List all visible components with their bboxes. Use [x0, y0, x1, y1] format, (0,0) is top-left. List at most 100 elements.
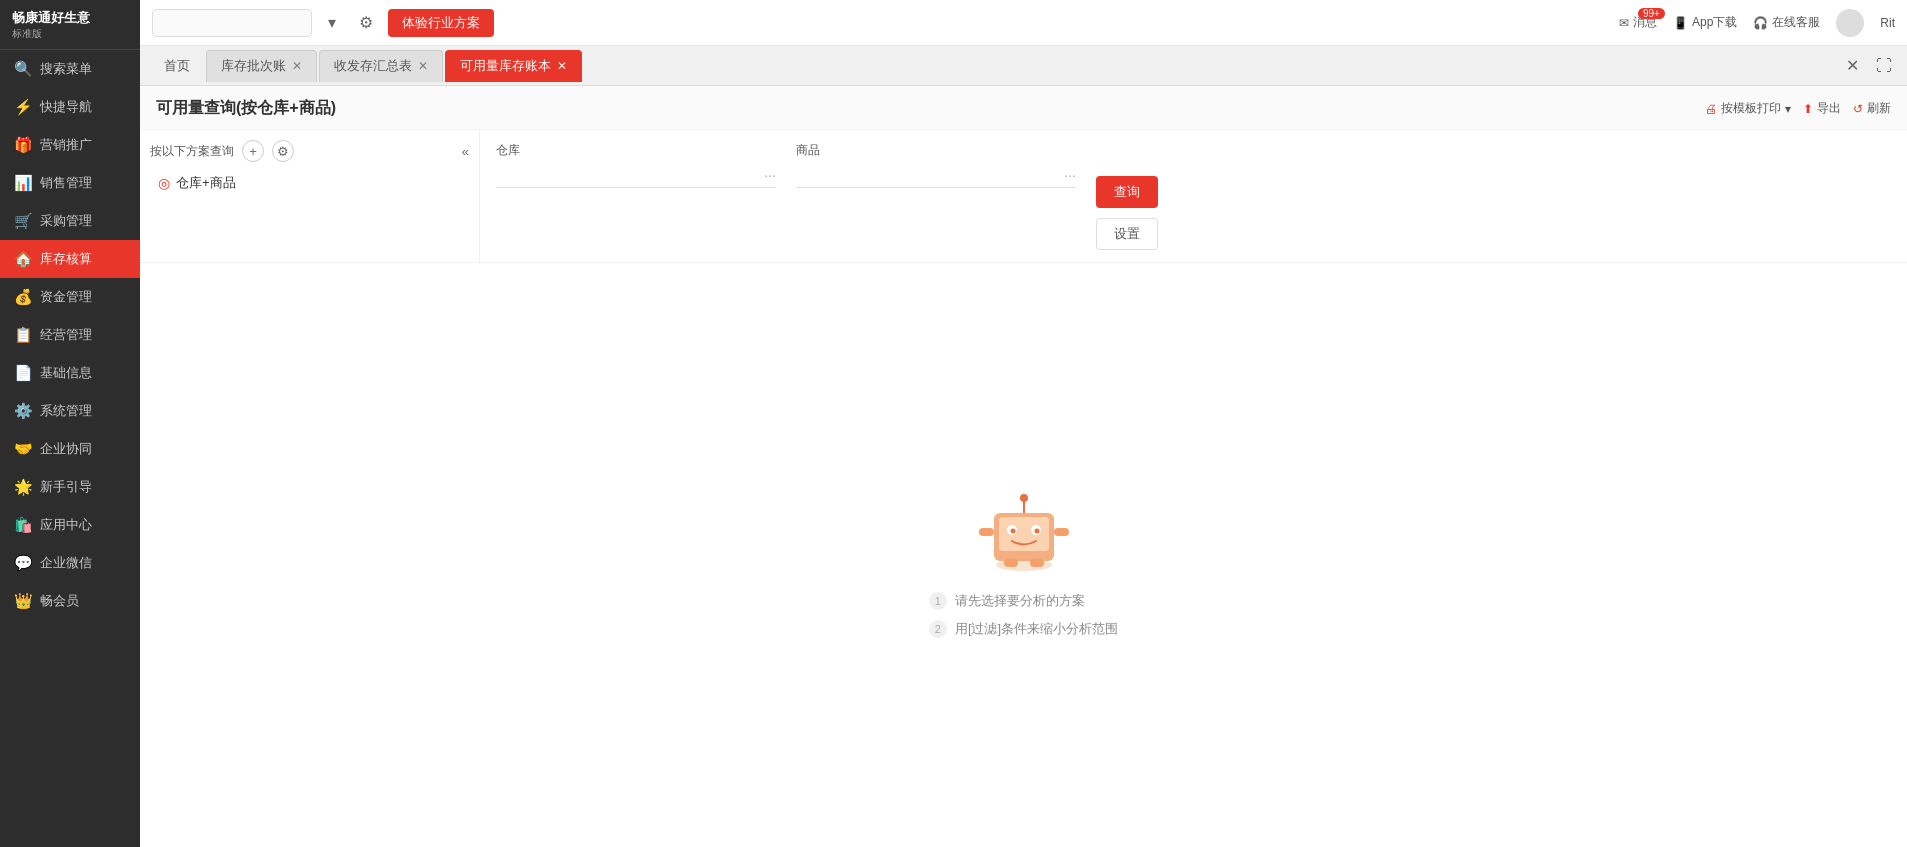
goods-label: 商品	[796, 142, 1076, 159]
tab-summary-close[interactable]: ✕	[418, 59, 428, 73]
sidebar-item-inventory[interactable]: 🏠 库存核算	[0, 240, 140, 278]
sidebar-logo: 畅康通好生意 标准版	[0, 0, 140, 50]
filter-right: 仓库 ··· 商品 ··· 查询 设置	[480, 130, 1907, 262]
sidebar-item-purchase[interactable]: 🛒 采购管理	[0, 202, 140, 240]
tab-available-close[interactable]: ✕	[557, 59, 567, 73]
empty-icon	[974, 473, 1074, 576]
sidebar-item-label: 基础信息	[40, 364, 92, 382]
goods-input[interactable]	[796, 168, 1058, 183]
page-content: 可用量查询(按仓库+商品) 🖨 按模板打印 ▾ ⬆ 导出 ↺ 刷新	[140, 86, 1907, 847]
sidebar-item-sales[interactable]: 📊 销售管理	[0, 164, 140, 202]
app-download-button[interactable]: 📱 App下载	[1673, 14, 1737, 31]
warehouse-input-wrapper: ···	[496, 163, 776, 188]
warehouse-label: 仓库	[496, 142, 776, 159]
collapse-button[interactable]: «	[462, 144, 469, 159]
service-label: 在线客服	[1772, 14, 1820, 31]
tab-batch[interactable]: 库存批次账 ✕	[206, 50, 317, 82]
setting-scheme-button[interactable]: ⚙	[272, 140, 294, 162]
header-search-area: ▾ ⚙	[152, 9, 380, 37]
tab-summary[interactable]: 收发存汇总表 ✕	[319, 50, 443, 82]
sidebar-item-finance[interactable]: 💰 资金管理	[0, 278, 140, 316]
chat-icon: 💬	[14, 554, 32, 572]
crown-icon: 👑	[14, 592, 32, 610]
add-scheme-button[interactable]: +	[242, 140, 264, 162]
warehouse-more-icon[interactable]: ···	[764, 167, 776, 183]
cart-icon: 🛒	[14, 212, 32, 230]
print-icon: 🖨	[1705, 102, 1717, 116]
sidebar-item-guide[interactable]: 🌟 新手引导	[0, 468, 140, 506]
sidebar-item-marketing[interactable]: 🎁 营销推广	[0, 126, 140, 164]
avatar	[1836, 9, 1864, 37]
sidebar-item-label: 企业微信	[40, 554, 92, 572]
page-title: 可用量查询(按仓库+商品)	[156, 98, 336, 119]
warehouse-input[interactable]	[496, 168, 758, 183]
sidebar: 畅康通好生意 标准版 🔍 搜索菜单 ⚡ 快捷导航 🎁 营销推广 📊 销售管理 🛒…	[0, 0, 140, 847]
sidebar-item-shortcut[interactable]: ⚡ 快捷导航	[0, 88, 140, 126]
sidebar-item-basic[interactable]: 📄 基础信息	[0, 354, 140, 392]
scheme-icon: ◎	[158, 175, 170, 191]
sidebar-item-wechat[interactable]: 💬 企业微信	[0, 544, 140, 582]
sidebar-scroll: 🔍 搜索菜单 ⚡ 快捷导航 🎁 营销推广 📊 销售管理 🛒 采购管理 🏠 库存核…	[0, 50, 140, 847]
header-search-input[interactable]	[152, 9, 312, 37]
sidebar-item-label: 经营管理	[40, 326, 92, 344]
svg-point-6	[1034, 528, 1039, 533]
sidebar-item-appstore[interactable]: 🛍️ 应用中心	[0, 506, 140, 544]
export-button[interactable]: ⬆ 导出	[1803, 100, 1841, 117]
gear-icon: ⚙️	[14, 402, 32, 420]
tab-available[interactable]: 可用量库存账本 ✕	[445, 50, 582, 82]
header: ▾ ⚙ 体验行业方案 ✉ 消息 99+ 📱 App下载 🎧 在线客服 Rit	[140, 0, 1907, 46]
service-button[interactable]: 🎧 在线客服	[1753, 14, 1820, 31]
empty-robot-svg	[974, 473, 1074, 573]
goods-more-icon[interactable]: ···	[1064, 167, 1076, 183]
shortcut-icon: ⚡	[14, 98, 32, 116]
search-icon: 🔍	[14, 60, 32, 78]
close-tab-button[interactable]: ✕	[1839, 53, 1865, 79]
svg-rect-2	[999, 517, 1049, 551]
tab-batch-close[interactable]: ✕	[292, 59, 302, 73]
logo-title: 畅康通好生意	[12, 10, 128, 27]
tip-item-2: 2 用[过滤]条件来缩小分析范围	[929, 620, 1118, 638]
query-button[interactable]: 查询	[1096, 176, 1158, 208]
tab-home[interactable]: 首页	[150, 50, 204, 82]
sidebar-item-enterprise[interactable]: 🤝 企业协同	[0, 430, 140, 468]
goods-field: 商品 ···	[796, 142, 1076, 188]
sidebar-item-label: 快捷导航	[40, 98, 92, 116]
sidebar-item-system[interactable]: ⚙️ 系统管理	[0, 392, 140, 430]
svg-point-5	[1010, 528, 1015, 533]
message-button[interactable]: ✉ 消息 99+	[1619, 14, 1657, 31]
svg-rect-12	[1030, 559, 1044, 567]
print-dropdown-icon[interactable]: ▾	[1785, 102, 1791, 116]
tip-num-1: 1	[929, 592, 947, 610]
scheme-item-warehouse-goods[interactable]: ◎ 仓库+商品	[150, 170, 469, 196]
tabs-right: ✕ ⛶	[1839, 53, 1897, 79]
goods-input-wrapper: ···	[796, 163, 1076, 188]
maximize-button[interactable]: ⛶	[1871, 53, 1897, 79]
gift-icon: 🎁	[14, 136, 32, 154]
trial-button[interactable]: 体验行业方案	[388, 9, 494, 37]
sidebar-item-label: 畅会员	[40, 592, 79, 610]
tip-text-2: 用[过滤]条件来缩小分析范围	[955, 620, 1118, 638]
sidebar-item-search[interactable]: 🔍 搜索菜单	[0, 50, 140, 88]
home-icon: 🏠	[14, 250, 32, 268]
sidebar-item-label: 搜索菜单	[40, 60, 92, 78]
export-icon: ⬆	[1803, 102, 1813, 116]
filter-left: 按以下方案查询 + ⚙ « ◎ 仓库+商品	[140, 130, 480, 262]
app-label: App下载	[1692, 14, 1737, 31]
phone-icon: 📱	[1673, 16, 1688, 30]
empty-state: 1 请先选择要分析的方案 2 用[过滤]条件来缩小分析范围	[140, 263, 1907, 847]
settings-icon[interactable]: ⚙	[352, 9, 380, 37]
sidebar-item-member[interactable]: 👑 畅会员	[0, 582, 140, 620]
refresh-icon: ↺	[1853, 102, 1863, 116]
chart-icon: 📊	[14, 174, 32, 192]
refresh-button[interactable]: ↺ 刷新	[1853, 100, 1891, 117]
print-label: 按模板打印	[1721, 100, 1781, 117]
svg-point-8	[1020, 494, 1028, 502]
svg-rect-10	[1054, 528, 1069, 536]
sidebar-item-operation[interactable]: 📋 经营管理	[0, 316, 140, 354]
print-button[interactable]: 🖨 按模板打印 ▾	[1705, 100, 1791, 117]
header-right: ✉ 消息 99+ 📱 App下载 🎧 在线客服 Rit	[1619, 9, 1895, 37]
set-button[interactable]: 设置	[1096, 218, 1158, 250]
message-badge: 99+	[1638, 8, 1665, 19]
sidebar-item-label: 新手引导	[40, 478, 92, 496]
dropdown-icon[interactable]: ▾	[318, 9, 346, 37]
